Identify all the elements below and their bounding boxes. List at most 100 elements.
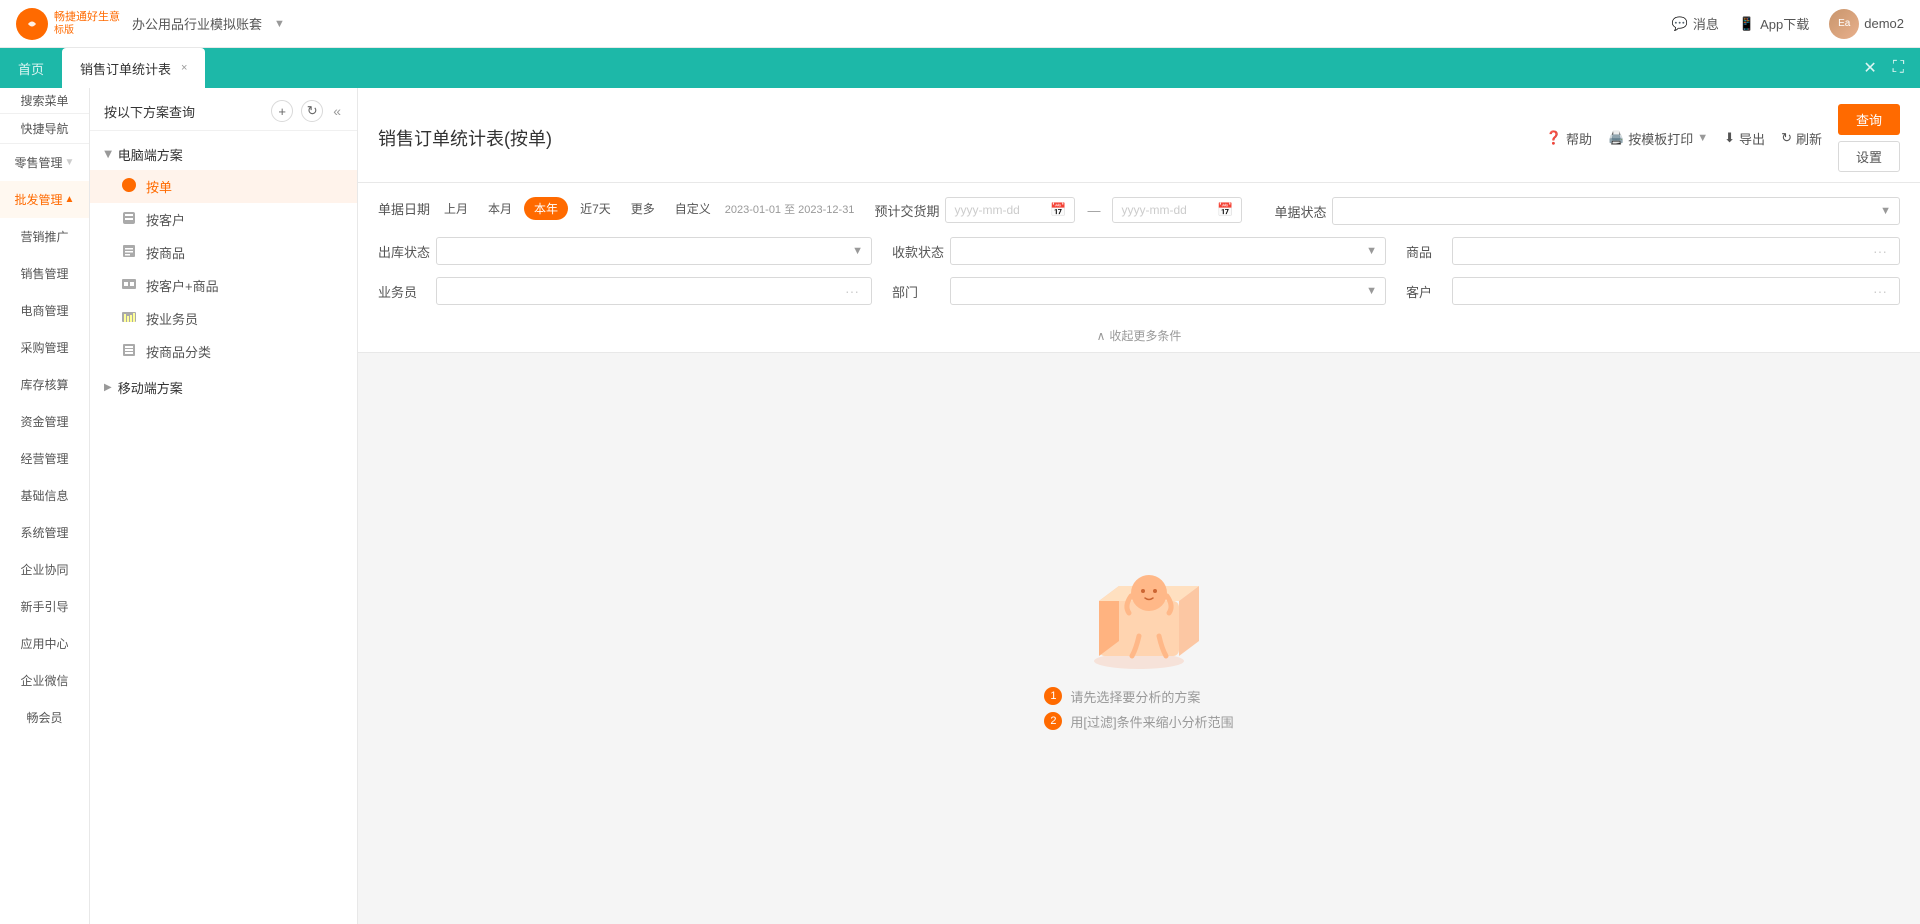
tree-group-mobile-header[interactable]: ▶ 移动端方案 — [90, 372, 357, 403]
top-bar: 畅捷通好生意 标版 办公用品行业模拟账套 ▼ 💬 消息 📱 App下载 Ea d… — [0, 0, 1920, 48]
salesperson-input[interactable]: ··· — [436, 277, 872, 305]
sidebar-item-wholesale[interactable]: 批发管理 ▲ — [0, 181, 89, 218]
app-title: 办公用品行业模拟账套 — [132, 14, 262, 33]
sidebar-item-marketing[interactable]: 营销推广 — [0, 218, 89, 255]
sidebar-item-system[interactable]: 系统管理 — [0, 514, 89, 551]
collapse-panel-btn[interactable]: « — [331, 101, 343, 121]
empty-tip-2: 2 用[过滤]条件来缩小分析范围 — [1044, 712, 1233, 731]
avatar: Ea — [1829, 9, 1859, 39]
user-area[interactable]: Ea demo2 — [1829, 9, 1904, 39]
customer-ellipsis-icon[interactable]: ··· — [1869, 283, 1891, 299]
page-header: 销售订单统计表(按单) ❓ 帮助 🖨️ 按模板打印 ▼ ⬇ 导出 — [358, 88, 1920, 183]
help-btn[interactable]: ❓ 帮助 — [1546, 129, 1592, 148]
product-ellipsis-icon[interactable]: ··· — [1869, 243, 1891, 259]
sidebar-item-basic[interactable]: 基础信息 — [0, 477, 89, 514]
date-separator: — — [1087, 203, 1100, 218]
sidebar-label-finance: 资金管理 — [20, 413, 68, 430]
add-scheme-btn[interactable]: + — [271, 100, 293, 122]
export-btn[interactable]: ⬇ 导出 — [1724, 129, 1765, 148]
department-arrow-icon: ▼ — [1366, 285, 1377, 297]
collapse-bar[interactable]: ∧ 收起更多条件 — [358, 319, 1920, 353]
sidebar-item-sales[interactable]: 销售管理 — [0, 255, 89, 292]
empty-svg — [1064, 541, 1214, 671]
salesperson-ellipsis-icon[interactable]: ··· — [841, 283, 863, 299]
date-tab-thisyear[interactable]: 本年 — [524, 197, 568, 220]
print-btn[interactable]: 🖨️ 按模板打印 ▼ — [1608, 129, 1708, 148]
sidebar-item-ecommerce[interactable]: 电商管理 — [0, 292, 89, 329]
refresh-btn[interactable]: ↻ 刷新 — [1781, 129, 1822, 148]
expected-delivery-start[interactable]: yyyy-mm-dd 📅 — [945, 197, 1075, 223]
sidebar-search-section: 搜索菜单 — [0, 88, 89, 114]
tab-bar-left: 首页 销售订单统计表 × — [0, 48, 205, 88]
payment-status-select[interactable]: ▼ — [950, 237, 1386, 265]
date-tab-custom[interactable]: 自定义 — [667, 197, 719, 220]
shipping-status-block: 出库状态 ▼ — [378, 237, 872, 265]
shipping-status-select[interactable]: ▼ — [436, 237, 872, 265]
customer-block: 客户 ··· — [1406, 277, 1900, 305]
logo-area[interactable]: 畅捷通好生意 标版 — [16, 8, 120, 40]
sidebar-item-enterprise[interactable]: 企业协同 — [0, 551, 89, 588]
sidebar-item-newbie[interactable]: 新手引导 — [0, 588, 89, 625]
tree-item-by-salesperson[interactable]: 按业务员 — [90, 302, 357, 335]
tree-group-pc-header[interactable]: ▶ 电脑端方案 — [90, 139, 357, 170]
date-tab-more[interactable]: 更多 — [623, 197, 663, 220]
sidebar-label-appstore: 应用中心 — [20, 635, 68, 652]
department-select[interactable]: ▼ — [950, 277, 1386, 305]
tab-close-btn[interactable]: × — [181, 62, 187, 74]
left-panel-header: 按以下方案查询 + ↻ « — [90, 88, 357, 131]
page-title: 销售订单统计表(按单) — [378, 125, 552, 151]
tab-sales-order[interactable]: 销售订单统计表 × — [62, 48, 205, 88]
tab-minimize-btn[interactable]: ✕ — [1859, 54, 1880, 82]
sidebar-item-corpwechat[interactable]: 企业微信 — [0, 662, 89, 699]
payment-status-block: 收款状态 ▼ — [892, 237, 1386, 265]
by-customer-product-label: 按客户+商品 — [146, 276, 219, 295]
sidebar-item-inventory[interactable]: 库存核算 — [0, 366, 89, 403]
content-area: 按以下方案查询 + ↻ « ▶ 电脑端方案 — [90, 88, 1920, 924]
tree-item-by-customer[interactable]: 按客户 — [90, 203, 357, 236]
sidebar-label-ecommerce: 电商管理 — [20, 302, 68, 319]
query-btn[interactable]: 查询 — [1838, 104, 1900, 135]
sidebar-item-member[interactable]: 畅会员 — [0, 699, 89, 736]
doc-status-label: 单据状态 — [1274, 202, 1326, 221]
date-tab-7days[interactable]: 近7天 — [572, 197, 619, 220]
sidebar-item-finance[interactable]: 资金管理 — [0, 403, 89, 440]
date-tab-thismonth[interactable]: 本月 — [480, 197, 520, 220]
expected-delivery-block: 预计交货期 yyyy-mm-dd 📅 — yyyy-mm-dd 📅 — [874, 197, 1254, 223]
tree-group-mobile-label: 移动端方案 — [118, 378, 183, 397]
customer-input[interactable]: ··· — [1452, 277, 1900, 305]
by-salesperson-label: 按业务员 — [146, 309, 198, 328]
product-label: 商品 — [1406, 242, 1446, 261]
expected-delivery-end[interactable]: yyyy-mm-dd 📅 — [1112, 197, 1242, 223]
sidebar-search-btn[interactable]: 搜索菜单 — [0, 88, 89, 113]
tree-item-by-order[interactable]: 按单 — [90, 170, 357, 203]
app-title-dropdown[interactable]: ▼ — [274, 18, 285, 30]
page-header-actions: ❓ 帮助 🖨️ 按模板打印 ▼ ⬇ 导出 ↻ 刷新 — [1546, 104, 1900, 172]
refresh-icon: ↻ — [1781, 130, 1792, 146]
date-tabs: 上月 本月 本年 近7天 更多 自定义 — [436, 197, 719, 220]
sidebar-label-wholesale: 批发管理 — [15, 191, 63, 208]
sidebar-item-retail[interactable]: 零售管理 ▼ — [0, 144, 89, 181]
print-arrow-icon: ▼ — [1697, 132, 1708, 144]
tree-item-by-customer-product[interactable]: 按客户+商品 — [90, 269, 357, 302]
tab-maximize-btn[interactable]: ⛶ — [1889, 55, 1908, 81]
sidebar-item-appstore[interactable]: 应用中心 — [0, 625, 89, 662]
sidebar-item-purchase[interactable]: 采购管理 — [0, 329, 89, 366]
sidebar-item-operations[interactable]: 经营管理 — [0, 440, 89, 477]
refresh-scheme-btn[interactable]: ↻ — [301, 100, 323, 122]
sidebar-quicknav-btn[interactable]: 快捷导航 — [0, 114, 89, 143]
settings-btn[interactable]: 设置 — [1838, 141, 1900, 172]
top-bar-right: 💬 消息 📱 App下载 Ea demo2 — [1672, 9, 1904, 39]
sidebar-label-marketing: 营销推广 — [20, 228, 68, 245]
sidebar-label-basic: 基础信息 — [20, 487, 68, 504]
tab-bar: 首页 销售订单统计表 × ✕ ⛶ — [0, 48, 1920, 88]
date-tab-lastmonth[interactable]: 上月 — [436, 197, 476, 220]
tree-item-by-product[interactable]: 按商品 — [90, 236, 357, 269]
product-input[interactable]: ··· — [1452, 237, 1900, 265]
tree-item-by-product-category[interactable]: 按商品分类 — [90, 335, 357, 368]
app-download-btn[interactable]: 📱 App下载 — [1739, 14, 1809, 33]
tab-home[interactable]: 首页 — [0, 48, 62, 88]
message-btn[interactable]: 💬 消息 — [1672, 14, 1719, 33]
by-order-icon — [120, 177, 138, 196]
doc-status-select[interactable]: ▼ — [1332, 197, 1900, 225]
collapse-up-icon: ∧ — [1097, 329, 1106, 343]
